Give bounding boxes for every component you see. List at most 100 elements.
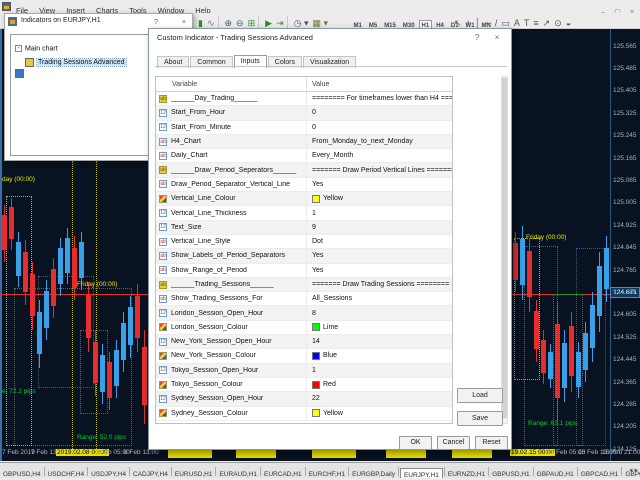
input-row[interactable]: London_Session_Colour Lime <box>156 320 452 336</box>
tree-item-trading-sessions-advanced[interactable]: Trading Sessions Advanced <box>25 54 127 68</box>
price-axis-label: 125.325 <box>613 109 637 117</box>
time-axis-highlight <box>452 449 492 458</box>
symbol-tab-eurchf-h1[interactable]: EURCHF,H1 <box>306 467 348 478</box>
tree-item-main-chart[interactable]: - Main chart <box>15 40 58 78</box>
cancel-button[interactable]: Cancel <box>437 436 470 450</box>
help-icon[interactable]: ? <box>149 16 163 28</box>
variable-value[interactable]: 14 <box>306 335 452 349</box>
input-row[interactable]: ab ______Day_Trading______ ======== For ti… <box>156 92 452 107</box>
input-row[interactable]: ab H4_Chart From_Monday_to_next_Monday <box>156 134 452 150</box>
variable-value[interactable]: Yes <box>306 177 452 192</box>
ok-button[interactable]: OK <box>399 436 432 450</box>
save-button[interactable]: Save <box>457 411 503 426</box>
input-row[interactable]: New_York_Session_Colour Blue <box>156 349 452 364</box>
variable-value[interactable]: Blue <box>306 349 452 363</box>
price-axis-label: 124.205 <box>613 423 637 431</box>
input-row[interactable]: Tokyo_Session_Colour Red <box>156 377 452 393</box>
variable-value[interactable]: 22 <box>306 392 452 406</box>
variable-value[interactable]: Every_Month <box>306 149 452 163</box>
value-text: 0 <box>312 123 316 131</box>
input-row[interactable]: 12 Tokyo_Session_Open_Hour 1 <box>156 363 452 378</box>
variable-value[interactable]: ======== For timeframes lower than H4 ==… <box>306 92 452 106</box>
symbol-tab-eurnzd-h1[interactable]: EURNZD,H1 <box>445 467 488 478</box>
enum-type-icon: ab <box>159 151 167 160</box>
variable-value[interactable]: 0 <box>306 106 452 120</box>
variable-value[interactable]: Lime <box>306 320 452 335</box>
variable-value[interactable]: Red <box>306 377 452 392</box>
dialog-titlebar[interactable]: Custom Indicator - Trading Sessions Adva… <box>149 29 511 47</box>
input-row[interactable]: 12 Sydney_Session_Open_Hour 22 <box>156 392 452 407</box>
variable-value[interactable]: 8 <box>306 306 452 320</box>
chart-label: day (00:00) <box>2 176 35 183</box>
candle-body <box>51 269 56 306</box>
variable-value[interactable]: Yellow <box>306 406 452 420</box>
load-button[interactable]: Load <box>457 388 503 403</box>
symbol-tab-eurjpy-h1[interactable]: EURJPY,H1 <box>399 468 443 478</box>
help-icon[interactable]: ? <box>469 32 485 44</box>
enum-type-icon: ab <box>159 266 167 275</box>
input-row[interactable]: Sydney_Session_Colour Yellow <box>156 406 452 421</box>
input-row[interactable]: ab ______Draw_Period_Seperators______ ====… <box>156 163 452 178</box>
variable-value[interactable]: ======= Draw Trading Sessions ======== <box>306 277 452 292</box>
symbol-tab-gbpaud-h1[interactable]: GBPAUD,H1 <box>534 467 577 478</box>
close-icon[interactable]: × <box>177 16 191 28</box>
value-text: 8 <box>312 309 316 317</box>
input-row[interactable]: 12 Text_Size 9 <box>156 220 452 235</box>
scrollbar-thumb[interactable] <box>502 78 507 418</box>
enum-type-icon: ab <box>159 137 167 146</box>
input-row[interactable]: ab Show_Trading_Sessions_For All_Sessions <box>156 292 452 307</box>
symbol-tab-euraud-h1[interactable]: EURAUD,H1 <box>216 467 260 478</box>
price-axis-label: 124.845 <box>613 244 637 252</box>
variable-value[interactable]: ======= Draw Period Vertical Lines =====… <box>306 163 452 177</box>
app-icon <box>2 2 11 11</box>
candle-body <box>135 296 140 338</box>
symbol-tab-gbpusd-h1[interactable]: GBPUSD,H1 <box>489 467 533 478</box>
color-type-icon <box>159 409 167 418</box>
variable-name: Daily_Chart <box>171 152 208 160</box>
color-swatch <box>312 409 320 418</box>
color-swatch <box>312 380 320 389</box>
close-icon[interactable]: × <box>489 32 505 44</box>
table-scrollbar[interactable] <box>501 76 508 424</box>
variable-value[interactable]: Yes <box>306 249 452 263</box>
input-row[interactable]: 12 New_York_Session_Open_Hour 14 <box>156 335 452 350</box>
symbol-tab-gbpusd-h4[interactable]: GBPUSD,H4 <box>0 467 44 478</box>
variable-value[interactable]: 0 <box>306 120 452 134</box>
variable-value[interactable]: 9 <box>306 220 452 234</box>
variable-value[interactable]: 1 <box>306 206 452 220</box>
number-type-icon: 12 <box>159 309 167 318</box>
input-row[interactable]: 12 Start_From_Minute 0 <box>156 120 452 135</box>
price-axis-label: 124.685 <box>613 288 637 296</box>
variable-value[interactable]: From_Monday_to_next_Monday <box>306 134 452 149</box>
candle-body <box>534 311 539 349</box>
input-row[interactable]: ab Show_Labels_of_Period_Separators Yes <box>156 249 452 264</box>
collapse-icon[interactable]: - <box>15 45 22 53</box>
symbol-tab-gbpcad-h1[interactable]: GBPCAD,H1 <box>578 467 622 478</box>
period-separator-line <box>72 161 73 449</box>
variable-value[interactable]: 1 <box>306 363 452 377</box>
symbol-tab-eurcad-h1[interactable]: EURCAD,H1 <box>261 467 305 478</box>
input-row[interactable]: 12 Vertical_Line_Thickness 1 <box>156 206 452 221</box>
input-row[interactable]: ab Show_Range_of_Period Yes <box>156 263 452 278</box>
symbol-tab-eurgbp-daily[interactable]: EURGBP,Daily <box>349 467 398 478</box>
symbol-tab-usdjpy-h4[interactable]: USDJPY,H4 <box>88 467 129 478</box>
candle-body <box>513 243 518 280</box>
input-row[interactable]: ab Draw_Period_Separator_Vertical_Line Yes <box>156 177 452 193</box>
reset-button[interactable]: Reset <box>475 436 508 450</box>
input-row[interactable]: ab Vertical_Line_Style Dot <box>156 234 452 250</box>
input-row[interactable]: ab Daily_Chart Every_Month <box>156 149 452 164</box>
symbol-tab-eurusd-h1[interactable]: EURUSD,H1 <box>172 467 216 478</box>
input-row[interactable]: ab ______Trading_Sessions______ ======= Dr… <box>156 277 452 293</box>
value-text: 14 <box>312 338 320 346</box>
input-row[interactable]: Vertical_Line_Colour Yellow <box>156 192 452 207</box>
variable-value[interactable]: Yes <box>306 263 452 277</box>
variable-value[interactable]: Yellow <box>306 192 452 206</box>
symbol-tab-cadjpy-h4[interactable]: CADJPY,H4 <box>130 467 171 478</box>
variable-value[interactable]: Dot <box>306 234 452 249</box>
input-row[interactable]: 12 London_Session_Open_Hour 8 <box>156 306 452 321</box>
symbol-tab-usdchf-h4[interactable]: USDCHF,H4 <box>45 467 87 478</box>
input-row[interactable]: 12 Start_From_Hour 0 <box>156 106 452 121</box>
variable-value[interactable]: All_Sessions <box>306 292 452 306</box>
scroll-right-icon[interactable]: ▸ <box>634 467 638 474</box>
price-axis-label: 125.245 <box>613 132 637 140</box>
